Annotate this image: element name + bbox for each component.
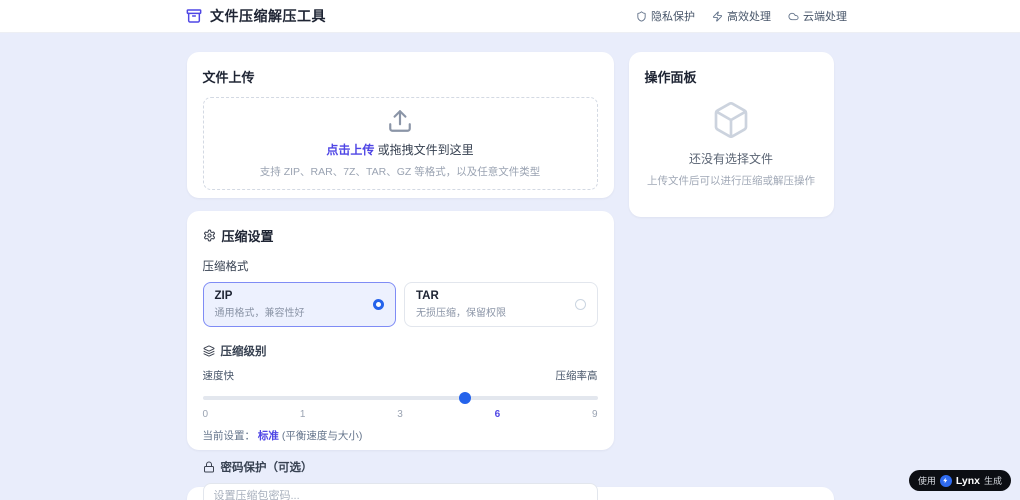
package-icon [711,100,751,140]
format-desc: 通用格式，兼容性好 [214,308,305,319]
password-title: 密码保护（可选） [220,462,313,474]
lock-icon [203,461,215,473]
tick: 3 [397,409,403,420]
level-right-label: 压缩率高 [555,370,598,382]
format-desc: 无损压缩，保留权限 [416,308,506,319]
current-setting: 当前设置： 标准 (平衡速度与大小) [203,428,598,443]
nav-label: 云端处理 [803,11,847,23]
drag-hint: 或拖拽文件到这里 [377,143,474,157]
nav-label: 高效处理 [727,11,771,23]
shield-icon [636,10,647,22]
format-option-tar[interactable]: TAR 无损压缩，保留权限 [404,282,598,327]
level-title: 压缩级别 [220,346,267,358]
current-setting-suffix: (平衡速度与大小) [281,430,363,442]
archive-icon [186,8,202,24]
nav-label: 隐私保护 [651,11,695,23]
upload-card-title: 文件上传 [202,70,255,85]
empty-state-desc: 上传文件后可以进行压缩或解压操作 [647,175,815,187]
lynx-logo-icon [939,474,952,487]
password-input[interactable] [202,483,598,500]
radio-zip[interactable] [373,299,384,310]
tick: 0 [202,409,209,420]
header-nav: 隐私保护 高效处理 云端处理 [636,8,847,24]
main-content: 文件上传 点击上传 或拖拽文件到这里 支持 ZIP、RAR、7Z、TAR、GZ … [0,33,1020,500]
empty-state-title: 还没有选择文件 [688,152,773,166]
slider-track[interactable] [202,396,598,400]
format-name: TAR [416,290,439,302]
format-option-zip[interactable]: ZIP 通用格式，兼容性好 [202,282,396,327]
tick: 9 [591,409,598,420]
click-upload-link[interactable]: 点击上传 [326,143,374,157]
upload-icon [387,108,413,134]
gear-icon [203,229,216,242]
panel-empty-state: 还没有选择文件 上传文件后可以进行压缩或解压操作 [645,86,818,202]
settings-card-title: 压缩设置 [221,229,274,244]
app-title: 文件压缩解压工具 [210,8,326,24]
zap-icon [712,10,723,22]
app-header: 文件压缩解压工具 隐私保护 高效处理 云端处理 [0,0,1020,33]
format-options: ZIP 通用格式，兼容性好 TAR 无损压缩，保留权限 [202,282,598,327]
badge-suffix: 生成 [983,476,1002,486]
nav-item-privacy: 隐私保护 [636,8,695,24]
brand: 文件压缩解压工具 [186,6,326,26]
current-setting-prefix: 当前设置： [202,430,256,442]
nav-item-speed: 高效处理 [712,8,771,24]
operation-panel-card: 操作面板 还没有选择文件 上传文件后可以进行压缩或解压操作 [628,52,834,217]
layers-icon [203,345,215,357]
compression-level-slider[interactable] [202,392,598,404]
settings-card: 压缩设置 压缩格式 ZIP 通用格式，兼容性好 TAR 无损压缩，保留权限 压缩… [186,211,614,500]
dropzone-text: 点击上传 或拖拽文件到这里 [326,141,473,158]
panel-title: 操作面板 [644,70,697,85]
badge-prefix: 使用 [917,476,936,486]
slider-thumb[interactable] [459,392,472,404]
tick-active: 6 [494,409,501,420]
badge-brand: Lynx [955,474,980,487]
level-left-label: 速度快 [202,370,235,382]
supported-formats: 支持 ZIP、RAR、7Z、TAR、GZ 等格式，以及任意文件类型 [259,166,541,178]
nav-item-cloud: 云端处理 [788,8,847,24]
file-dropzone[interactable]: 点击上传 或拖拽文件到这里 支持 ZIP、RAR、7Z、TAR、GZ 等格式，以… [202,97,598,190]
upload-card: 文件上传 点击上传 或拖拽文件到这里 支持 ZIP、RAR、7Z、TAR、GZ … [186,52,614,198]
slider-ticks: 0 1 3 6 9 [203,409,598,420]
format-name: ZIP [214,290,233,302]
tick: 1 [299,409,306,420]
cloud-icon [788,11,799,22]
radio-tar[interactable] [574,299,586,310]
made-with-lynx-badge[interactable]: 使用 Lynx 生成 [908,470,1011,491]
current-setting-value: 标准 [257,430,279,442]
format-label: 压缩格式 [202,261,249,273]
